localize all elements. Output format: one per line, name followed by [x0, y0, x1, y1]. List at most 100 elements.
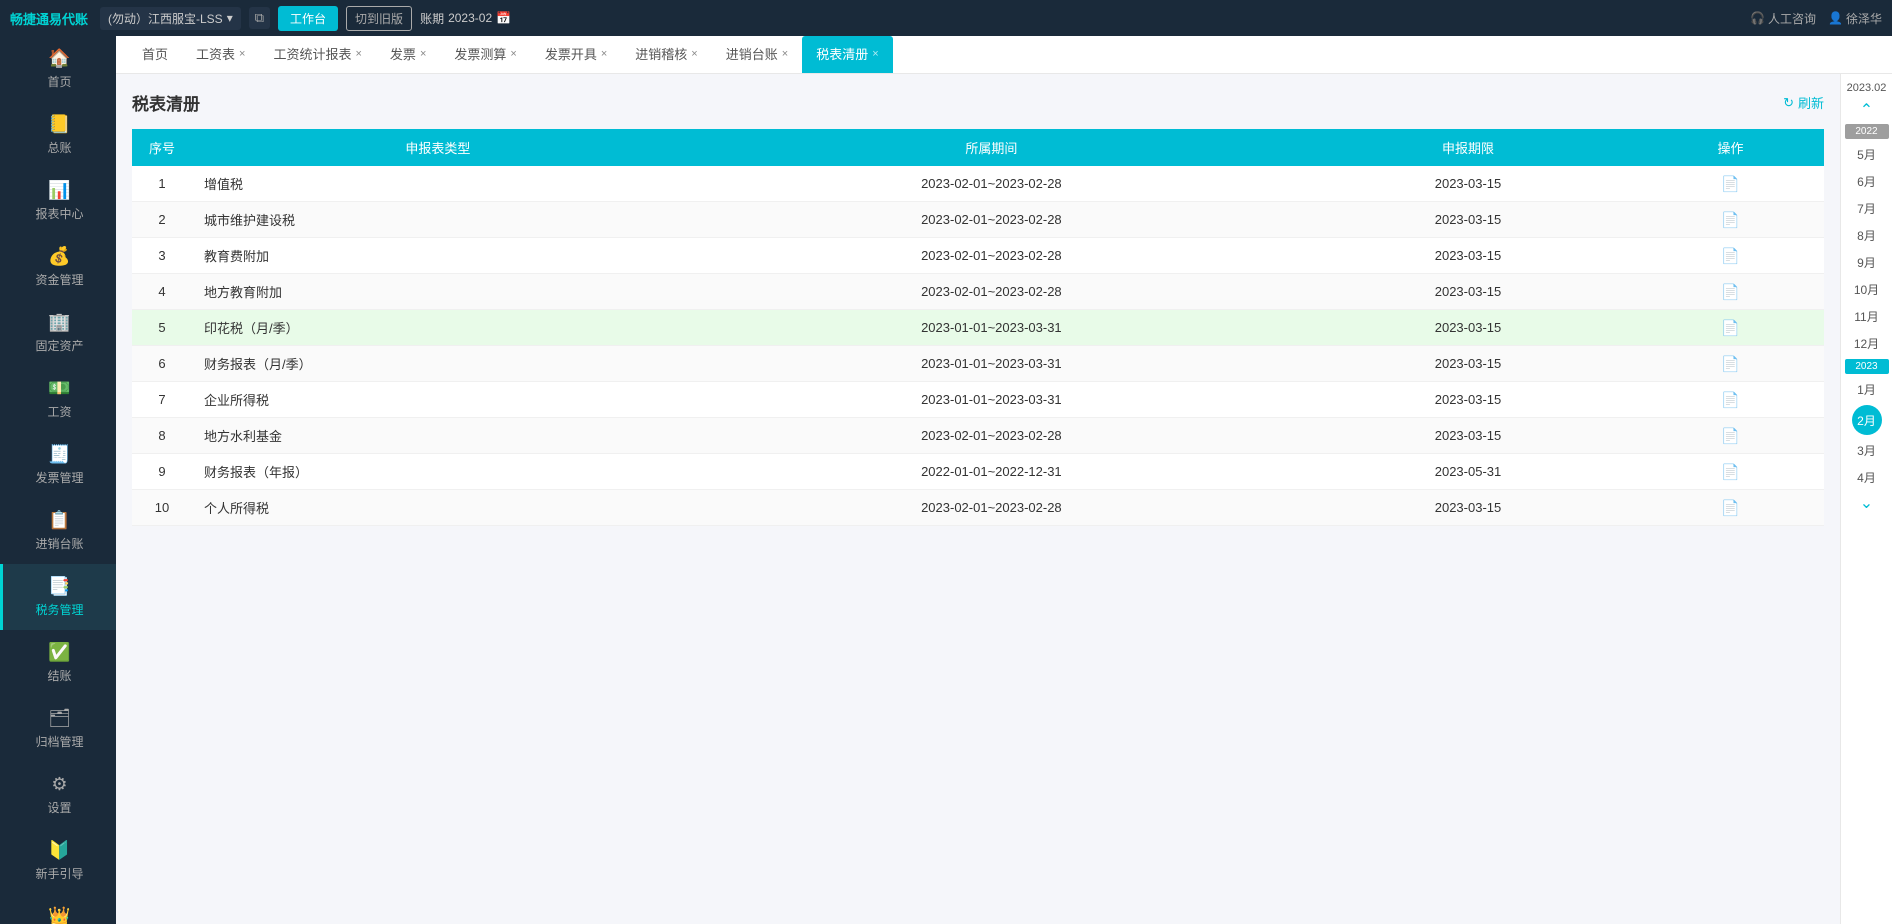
cell-action: 📄: [1637, 202, 1824, 238]
tab-invoice[interactable]: 发票 ×: [376, 36, 440, 73]
company-selector[interactable]: (勿动）江西服宝-LSS ▾: [100, 7, 241, 30]
tab-inout-check[interactable]: 进销稽核 ×: [621, 36, 711, 73]
tab-salary[interactable]: 工资表 ×: [182, 36, 259, 73]
cell-deadline: 2023-03-15: [1299, 274, 1637, 310]
table-row: 1 增值税 2023-02-01~2023-02-28 2023-03-15 📄: [132, 166, 1824, 202]
cell-action: 📄: [1637, 310, 1824, 346]
action-detail-icon[interactable]: 📄: [1721, 247, 1740, 265]
tax-table: 序号 申报表类型 所属期间 申报期限 操作 1 增值税 2023-02-01~2…: [132, 129, 1824, 526]
cell-no: 6: [132, 346, 192, 382]
cell-deadline: 2023-03-15: [1299, 382, 1637, 418]
headset-icon: 🎧: [1750, 11, 1765, 25]
tab-close-salary-stats[interactable]: ×: [355, 48, 361, 60]
workstation-button[interactable]: 工作台: [278, 6, 338, 31]
sidebar-item-report[interactable]: 📊 报表中心: [0, 168, 116, 234]
cell-action: 📄: [1637, 346, 1824, 382]
table-row: 9 财务报表（年报） 2022-01-01~2022-12-31 2023-05…: [132, 454, 1824, 490]
cell-deadline: 2023-03-15: [1299, 346, 1637, 382]
cal-month-3[interactable]: 3月: [1845, 437, 1889, 464]
ai-consult-btn[interactable]: 🎧 人工咨询: [1750, 10, 1816, 27]
action-detail-icon[interactable]: 📄: [1721, 463, 1740, 481]
top-bar: 畅捷通易代账 (勿动）江西服宝-LSS ▾ ⧉ 工作台 切到旧版 账期 2023…: [0, 0, 1892, 36]
tab-invoice-calc[interactable]: 发票测算 ×: [440, 36, 530, 73]
sidebar-item-fund[interactable]: 💰 资金管理: [0, 234, 116, 300]
period-display: 账期 2023-02 📅: [420, 10, 511, 27]
tab-close-invoice[interactable]: ×: [420, 48, 426, 60]
calendar-down-arrow[interactable]: ⌄: [1858, 491, 1875, 515]
salary-icon: 💵: [48, 378, 70, 399]
sidebar-item-inout[interactable]: 📋 进销台账: [0, 498, 116, 564]
cell-deadline: 2023-03-15: [1299, 310, 1637, 346]
tab-close-tax-list[interactable]: ×: [872, 48, 878, 60]
sidebar-item-archive[interactable]: 🗂 归档管理: [0, 696, 116, 762]
action-detail-icon[interactable]: 📄: [1721, 391, 1740, 409]
cal-month-2-active[interactable]: 2月: [1852, 405, 1882, 435]
sidebar-item-invoice[interactable]: 🧾 发票管理: [0, 432, 116, 498]
sidebar-item-settlement[interactable]: ✅ 结账: [0, 630, 116, 696]
action-detail-icon[interactable]: 📄: [1721, 211, 1740, 229]
cal-month-4[interactable]: 4月: [1845, 464, 1889, 491]
user-icon: 👤: [1828, 11, 1843, 25]
home-icon: 🏠: [48, 48, 70, 69]
refresh-button[interactable]: ↻ 刷新: [1783, 93, 1824, 112]
cell-deadline: 2023-03-15: [1299, 166, 1637, 202]
sidebar-item-vip[interactable]: 👑 畅会员: [0, 894, 116, 924]
tab-home[interactable]: 首页: [128, 36, 182, 73]
table-header: 序号 申报表类型 所属期间 申报期限 操作: [132, 129, 1824, 166]
action-detail-icon[interactable]: 📄: [1721, 319, 1740, 337]
sidebar-item-settings[interactable]: ⚙ 设置: [0, 762, 116, 828]
sidebar-item-tax[interactable]: 📑 税务管理: [0, 564, 116, 630]
fund-icon: 💰: [48, 246, 70, 267]
calendar-icon[interactable]: 📅: [496, 11, 511, 25]
action-detail-icon[interactable]: 📄: [1721, 499, 1740, 517]
archive-icon: 🗂: [48, 708, 71, 729]
copy-icon-btn[interactable]: ⧉: [249, 7, 270, 29]
sidebar-item-asset[interactable]: 🏢 固定资产: [0, 300, 116, 366]
tab-salary-stats[interactable]: 工资统计报表 ×: [259, 36, 375, 73]
tab-close-salary[interactable]: ×: [239, 48, 245, 60]
user-profile-btn[interactable]: 👤 徐泽华: [1828, 10, 1882, 27]
tab-inout-ledger[interactable]: 进销台账 ×: [712, 36, 802, 73]
cell-type: 城市维护建设税: [192, 202, 684, 238]
cal-month-1[interactable]: 1月: [1845, 376, 1889, 403]
action-detail-icon[interactable]: 📄: [1721, 355, 1740, 373]
cal-month-10[interactable]: 10月: [1845, 276, 1889, 303]
report-icon: 📊: [48, 180, 70, 201]
year-2023-label: 2023: [1845, 359, 1889, 374]
tab-tax-list[interactable]: 税表清册 ×: [802, 36, 892, 73]
cal-month-8[interactable]: 8月: [1845, 222, 1889, 249]
tab-close-invoice-calc[interactable]: ×: [510, 48, 516, 60]
cal-month-7[interactable]: 7月: [1845, 195, 1889, 222]
cell-no: 1: [132, 166, 192, 202]
year-2022-label: 2022: [1845, 124, 1889, 139]
table-row: 2 城市维护建设税 2023-02-01~2023-02-28 2023-03-…: [132, 202, 1824, 238]
cell-type: 增值税: [192, 166, 684, 202]
action-detail-icon[interactable]: 📄: [1721, 283, 1740, 301]
cell-no: 8: [132, 418, 192, 454]
sidebar-item-home[interactable]: 🏠 首页: [0, 36, 116, 102]
cal-month-12[interactable]: 12月: [1845, 330, 1889, 357]
tab-invoice-open[interactable]: 发票开具 ×: [531, 36, 621, 73]
cell-action: 📄: [1637, 382, 1824, 418]
calendar-up-arrow[interactable]: ⌃: [1858, 98, 1875, 122]
cal-month-9[interactable]: 9月: [1845, 249, 1889, 276]
cell-no: 10: [132, 490, 192, 526]
cal-month-5[interactable]: 5月: [1845, 141, 1889, 168]
cal-month-6[interactable]: 6月: [1845, 168, 1889, 195]
calendar-header[interactable]: 2023.02: [1847, 78, 1887, 98]
tab-close-inout-check[interactable]: ×: [691, 48, 697, 60]
action-detail-icon[interactable]: 📄: [1721, 427, 1740, 445]
tab-bar: 首页 工资表 × 工资统计报表 × 发票 × 发票测算 × 发票开具 ×: [116, 36, 1892, 74]
action-detail-icon[interactable]: 📄: [1721, 175, 1740, 193]
sidebar-item-salary[interactable]: 💵 工资: [0, 366, 116, 432]
cal-month-11[interactable]: 11月: [1845, 303, 1889, 330]
cell-type: 财务报表（月/季）: [192, 346, 684, 382]
sidebar-item-guide[interactable]: 🔰 新手引导: [0, 828, 116, 894]
tab-close-inout-ledger[interactable]: ×: [782, 48, 788, 60]
sidebar-item-ledger[interactable]: 📒 总账: [0, 102, 116, 168]
cell-type: 地方教育附加: [192, 274, 684, 310]
tab-close-invoice-open[interactable]: ×: [601, 48, 607, 60]
cell-period: 2023-02-01~2023-02-28: [684, 238, 1299, 274]
switch-version-button[interactable]: 切到旧版: [346, 6, 412, 31]
cell-type: 印花税（月/季）: [192, 310, 684, 346]
